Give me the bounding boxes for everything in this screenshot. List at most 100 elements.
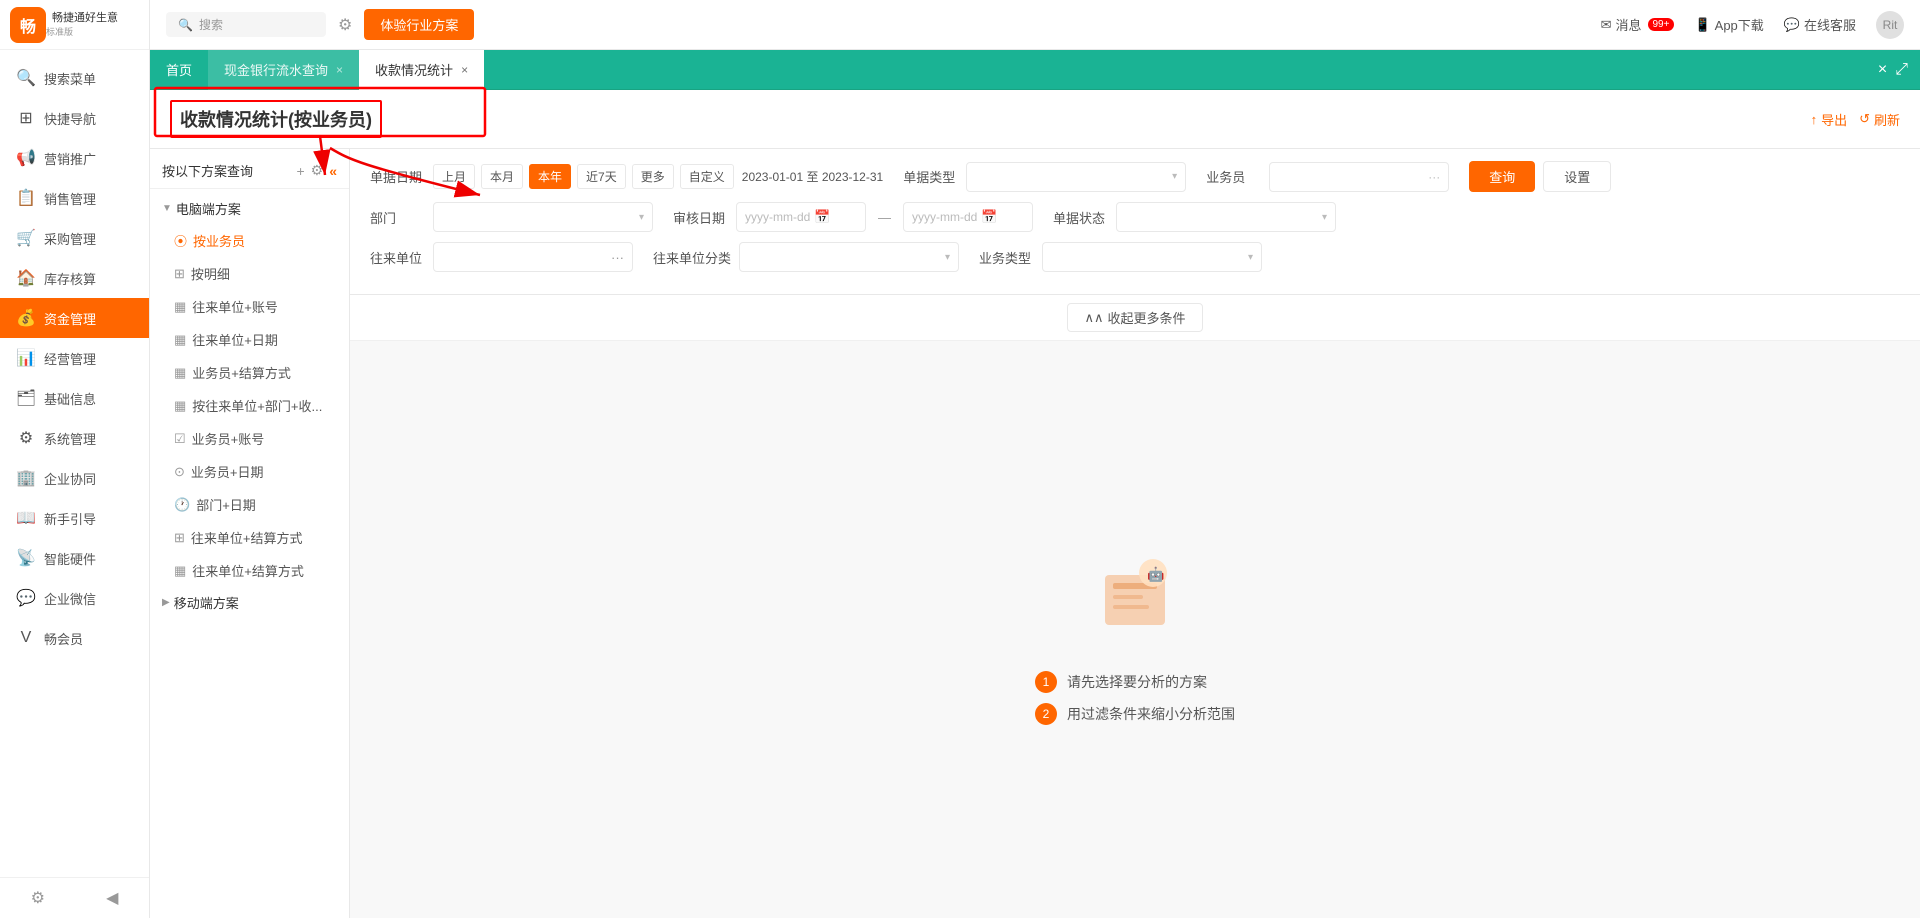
sidebar-item-operation[interactable]: 📊 经营管理 bbox=[0, 338, 149, 378]
sidebar-item-search[interactable]: 🔍 搜索菜单 bbox=[0, 58, 149, 98]
doc-status-select[interactable]: ▾ bbox=[1116, 202, 1336, 232]
partner-type-label: 往来单位分类 bbox=[653, 248, 731, 267]
audit-date-start[interactable]: yyyy-mm-dd 📅 bbox=[736, 202, 866, 232]
filter-area: 单据日期 上月 本月 本年 近7天 更多 自定义 2023-01-01 至 20… bbox=[350, 149, 1920, 295]
dept-arrow: ▾ bbox=[639, 212, 644, 223]
date-btn-this-year[interactable]: 本年 bbox=[529, 164, 571, 189]
tab-bank[interactable]: 现金银行流水查询 × bbox=[208, 50, 359, 90]
message-button[interactable]: ✉ 消息 99+ bbox=[1601, 15, 1675, 34]
scheme-item-partner-settle1[interactable]: ⊞ 往来单位+结算方式 bbox=[150, 521, 349, 554]
filter-group-partner-type: 往来单位分类 ▾ bbox=[653, 242, 959, 272]
scheme-settings-button[interactable]: ⚙ bbox=[311, 162, 324, 179]
try-industry-button[interactable]: 体验行业方案 bbox=[364, 9, 474, 40]
export-button[interactable]: ↑ 导出 bbox=[1811, 110, 1848, 129]
sidebar-icon-system: ⚙ bbox=[16, 428, 36, 448]
tab-receipts[interactable]: 收款情况统计 × bbox=[359, 50, 484, 90]
collapse-button[interactable]: ∧∧ 收起更多条件 bbox=[1067, 303, 1202, 332]
topbar-search[interactable]: 🔍 搜索 bbox=[166, 12, 326, 37]
service-icon: 💬 bbox=[1784, 17, 1800, 33]
settings-button[interactable]: 设置 bbox=[1543, 161, 1611, 192]
topbar-settings-icon[interactable]: ⚙ bbox=[338, 15, 352, 35]
scheme-item-salesperson-settle[interactable]: ▦ 业务员+结算方式 bbox=[150, 356, 349, 389]
logo-icon: 畅 bbox=[10, 7, 46, 43]
partner-select[interactable]: ··· bbox=[433, 242, 633, 272]
scheme-item-partner-dept[interactable]: ▦ 按往来单位+部门+收... bbox=[150, 389, 349, 422]
scheme-item-dept-date[interactable]: 🕐 部门+日期 bbox=[150, 488, 349, 521]
salesperson-select[interactable]: ··· bbox=[1269, 162, 1449, 192]
scheme-item-salesperson-date[interactable]: ⊙ 业务员+日期 bbox=[150, 455, 349, 488]
tab-close-all-button[interactable]: × bbox=[1878, 61, 1887, 79]
empty-area: 🤖 1 请先选择要分析的方案 2 用过滤条件来缩小分析范围 bbox=[350, 341, 1920, 918]
sidebar-item-purchase[interactable]: 🛒 采购管理 bbox=[0, 218, 149, 258]
sidebar-item-base[interactable]: 🗂 基础信息 bbox=[0, 378, 149, 418]
scheme-collapse-button[interactable]: « bbox=[329, 163, 337, 179]
scheme-panel-actions: + ⚙ « bbox=[296, 162, 337, 179]
search-icon: 🔍 bbox=[178, 18, 193, 32]
tab-receipts-close[interactable]: × bbox=[461, 63, 468, 77]
tab-home-label: 首页 bbox=[166, 60, 192, 79]
date-btn-7days[interactable]: 近7天 bbox=[577, 164, 626, 189]
tab-home[interactable]: 首页 bbox=[150, 50, 208, 90]
sidebar-item-system[interactable]: ⚙ 系统管理 bbox=[0, 418, 149, 458]
scheme-item-partner-account[interactable]: ▦ 往来单位+账号 bbox=[150, 290, 349, 323]
sidebar-icon-member: V bbox=[16, 628, 36, 648]
sidebar-item-guide[interactable]: 📖 新手引导 bbox=[0, 498, 149, 538]
user-avatar[interactable]: Rit bbox=[1876, 11, 1904, 39]
app-download-button[interactable]: 📱 App下载 bbox=[1694, 15, 1763, 34]
sidebar-item-member[interactable]: V 畅会员 bbox=[0, 618, 149, 658]
biz-type-select[interactable]: ▾ bbox=[1042, 242, 1262, 272]
sidebar-item-sales[interactable]: 📋 销售管理 bbox=[0, 178, 149, 218]
page-title: 收款情况统计(按业务员) bbox=[170, 100, 382, 138]
dept-select[interactable]: ▾ bbox=[433, 202, 653, 232]
refresh-label: 刷新 bbox=[1874, 110, 1900, 129]
export-label: 导出 bbox=[1821, 110, 1847, 129]
date-btn-last-month[interactable]: 上月 bbox=[433, 164, 475, 189]
scheme-item-partner-date[interactable]: ▦ 往来单位+日期 bbox=[150, 323, 349, 356]
group-mobile-arrow: ▶ bbox=[162, 597, 170, 608]
sidebar-item-hardware[interactable]: 📡 智能硬件 bbox=[0, 538, 149, 578]
tab-maximize-button[interactable]: ⤢ bbox=[1895, 61, 1908, 79]
date-btn-custom[interactable]: 自定义 bbox=[680, 164, 734, 189]
sidebar-icon-hardware: 📡 bbox=[16, 548, 36, 568]
sidebar-label-nav: 快捷导航 bbox=[44, 109, 96, 128]
scheme-add-button[interactable]: + bbox=[296, 163, 304, 179]
scheme-item-salesperson-account[interactable]: ☑ 业务员+账号 bbox=[150, 422, 349, 455]
query-button[interactable]: 查询 bbox=[1469, 161, 1535, 192]
audit-date-end[interactable]: yyyy-mm-dd 📅 bbox=[903, 202, 1033, 232]
scheme-icon-salesperson-settle: ▦ bbox=[174, 365, 186, 381]
sidebar-item-inventory[interactable]: 🏠 库存核算 bbox=[0, 258, 149, 298]
scheme-item-partner-settle2[interactable]: ▦ 往来单位+结算方式 bbox=[150, 554, 349, 587]
audit-date-dash: — bbox=[878, 210, 891, 225]
scheme-group-mobile-header[interactable]: ▶ 移动端方案 bbox=[150, 587, 349, 618]
main-area: 🔍 搜索 ⚙ 体验行业方案 ✉ 消息 99+ 📱 App下载 💬 在线客服 Ri… bbox=[150, 0, 1920, 918]
doc-type-select[interactable]: ▾ bbox=[966, 162, 1186, 192]
partner-type-select[interactable]: ▾ bbox=[739, 242, 959, 272]
sidebar-item-marketing[interactable]: 📢 营销推广 bbox=[0, 138, 149, 178]
scheme-item-by-detail[interactable]: ⊞ 按明细 bbox=[150, 257, 349, 290]
collapse-sidebar-icon[interactable]: ◀ bbox=[106, 888, 118, 908]
sidebar-icon-sales: 📋 bbox=[16, 188, 36, 208]
sidebar-item-enterprise[interactable]: 🏢 企业协同 bbox=[0, 458, 149, 498]
sidebar-label-operation: 经营管理 bbox=[44, 349, 96, 368]
online-service-button[interactable]: 💬 在线客服 bbox=[1784, 15, 1856, 34]
scheme-icon-partner-date: ▦ bbox=[174, 332, 186, 348]
sidebar-item-finance[interactable]: 💰 资金管理 bbox=[0, 298, 149, 338]
scheme-item-by-salesperson[interactable]: ⦿ 按业务员 bbox=[150, 224, 349, 257]
filter-group-partner: 往来单位 ··· bbox=[370, 242, 633, 272]
date-btn-more[interactable]: 更多 bbox=[632, 164, 674, 189]
scheme-icon-partner-account: ▦ bbox=[174, 299, 186, 315]
step-2-num: 2 bbox=[1035, 703, 1057, 725]
date-btn-this-month[interactable]: 本月 bbox=[481, 164, 523, 189]
refresh-button[interactable]: ↺ 刷新 bbox=[1859, 110, 1900, 129]
settings-bottom-icon[interactable]: ⚙ bbox=[31, 888, 45, 908]
audit-date-label: 审核日期 bbox=[673, 208, 728, 227]
sidebar-item-nav[interactable]: ⊞ 快捷导航 bbox=[0, 98, 149, 138]
sidebar-label-member: 畅会员 bbox=[44, 629, 83, 648]
scheme-group-desktop-header[interactable]: ▼ 电脑端方案 bbox=[150, 193, 349, 224]
empty-svg: 🤖 bbox=[1085, 545, 1185, 645]
partner-more-btn[interactable]: ··· bbox=[611, 250, 624, 265]
tab-bank-close[interactable]: × bbox=[336, 63, 343, 77]
filter-group-audit-date: 审核日期 yyyy-mm-dd 📅 — yyyy-mm-dd 📅 bbox=[673, 202, 1033, 232]
sidebar-item-wechat[interactable]: 💬 企业微信 bbox=[0, 578, 149, 618]
scheme-panel-header: 按以下方案查询 + ⚙ « bbox=[150, 149, 349, 189]
